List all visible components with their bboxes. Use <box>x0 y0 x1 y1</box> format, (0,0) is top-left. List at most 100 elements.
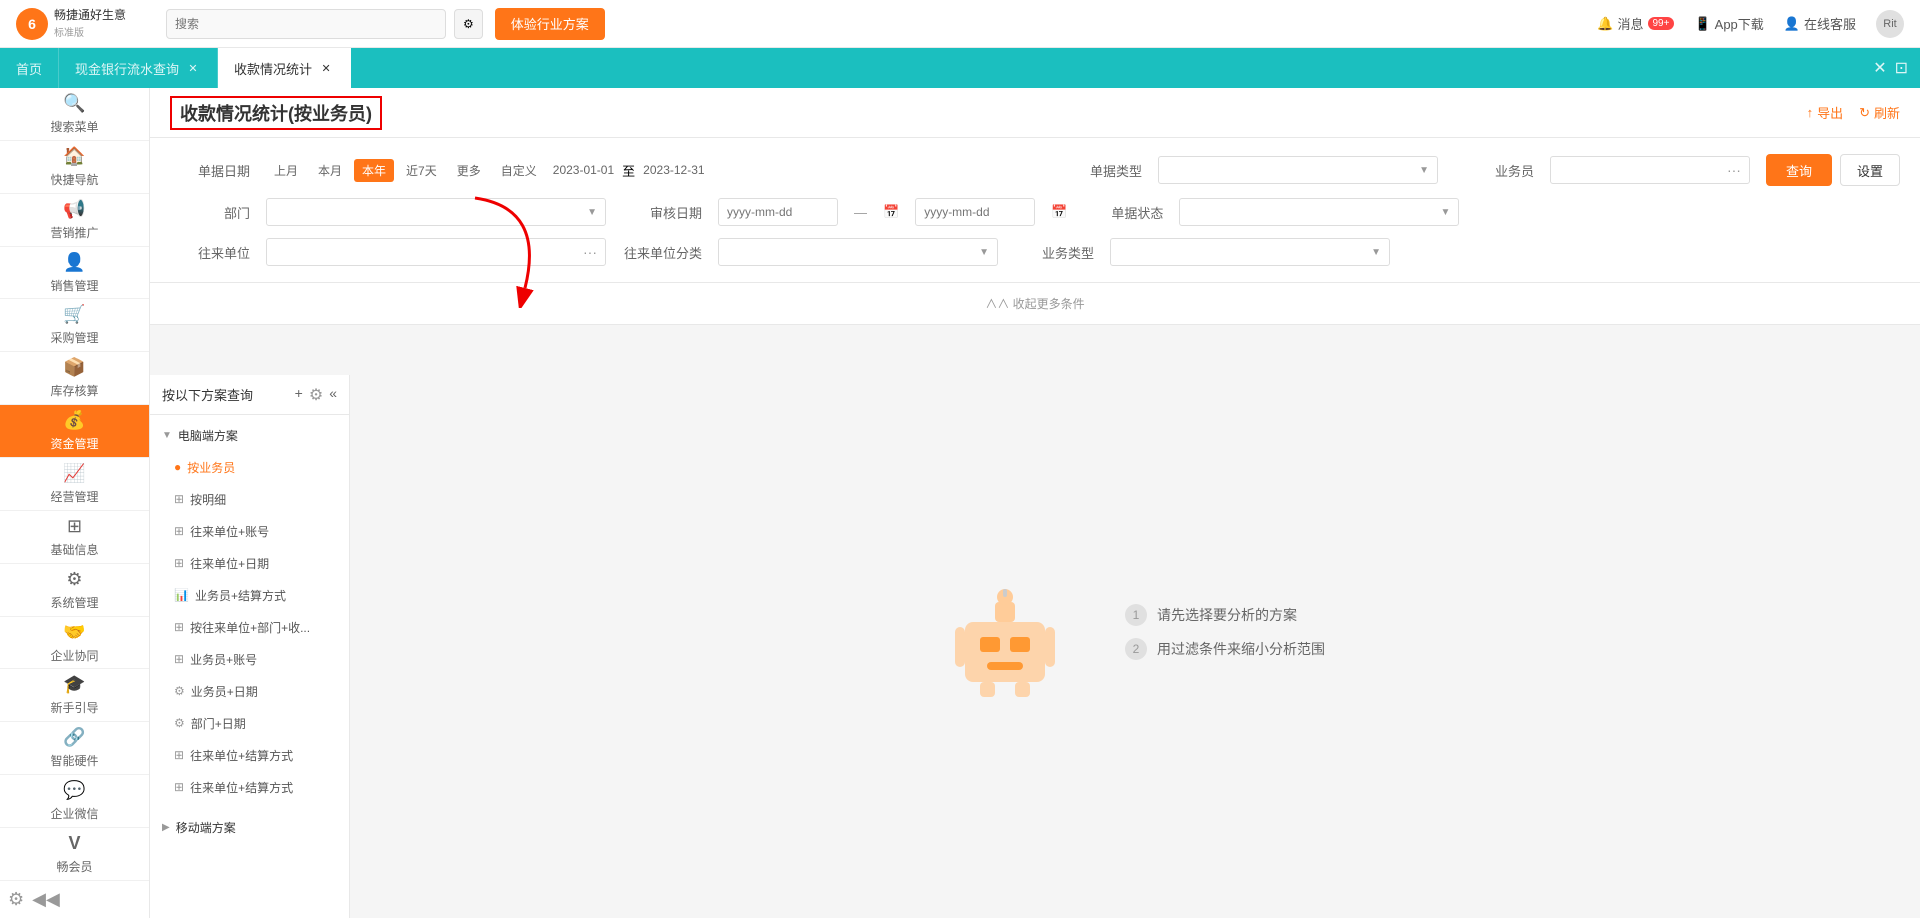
sidebar-item-quicknav[interactable]: 🏠 快捷导航 <box>0 141 149 194</box>
scheme-settings-btn[interactable]: ⚙ <box>309 385 323 405</box>
scheme-item-unit-dept[interactable]: ⊞ 按往来单位+部门+收... <box>150 611 349 643</box>
scheme-item-unit-date[interactable]: ⊞ 往来单位+日期 <box>150 547 349 579</box>
add-scheme-btn[interactable]: + <box>295 385 303 405</box>
empty-state: 1 请先选择要分析的方案 2 用过滤条件来缩小分析范围 <box>945 562 1325 702</box>
settings-bottom-icon[interactable]: ⚙ <box>8 889 24 910</box>
sidebar-item-inventory[interactable]: 📦 库存核算 <box>0 352 149 405</box>
query-btn[interactable]: 查询 <box>1766 154 1832 186</box>
unit-date-icon: ⊞ <box>174 556 184 570</box>
inventory-icon: 📦 <box>63 357 85 378</box>
top-right: 🔔 消息 99+ 📱 App下载 👤 在线客服 Rit <box>1597 10 1904 38</box>
empty-robot-icon <box>945 562 1065 702</box>
filter-row-date: 单据日期 上月 本月 本年 近7天 更多 自定义 2023-01-01 至 20… <box>170 154 1900 186</box>
sidebar-item-system[interactable]: ⚙ 系统管理 <box>0 564 149 617</box>
biz-type-label: 业务类型 <box>1014 243 1094 262</box>
sidebar-item-basic[interactable]: ⊞ 基础信息 <box>0 511 149 564</box>
date-range-from: 2023-01-01 <box>553 163 614 177</box>
scheme-group-mobile-title[interactable]: ▶ 移动端方案 <box>150 811 349 843</box>
scheme-item-sales-account[interactable]: ⊞ 业务员+账号 <box>150 643 349 675</box>
page-header-right: ↑ 导出 ↻ 刷新 <box>1807 103 1900 122</box>
tab-bank-flow[interactable]: 现金银行流水查询 ✕ <box>59 48 218 88</box>
service-icon: 👤 <box>1784 16 1800 32</box>
date-tab-this-year[interactable]: 本年 <box>354 159 394 182</box>
date-tab-more[interactable]: 更多 <box>449 159 489 182</box>
step-num-2: 2 <box>1125 638 1147 660</box>
date-tab-this-month[interactable]: 本月 <box>310 159 350 182</box>
calendar-icon-to[interactable]: 📅 <box>1051 204 1067 220</box>
refresh-btn[interactable]: ↻ 刷新 <box>1859 103 1900 122</box>
counterparty-cat-select[interactable]: ▼ <box>718 238 998 266</box>
close-window-icon[interactable]: ✕ <box>1873 58 1886 78</box>
sidebar-item-purchase[interactable]: 🛒 采购管理 <box>0 299 149 352</box>
filter-row-counterparty: 往来单位 ··· 往来单位分类 ▼ 业务类型 ▼ <box>170 238 1900 266</box>
salesperson-select[interactable]: ··· <box>1550 156 1750 184</box>
bottom-panel: 按以下方案查询 + ⚙ « ▼ 电脑端方案 ● 按业务员 <box>150 325 1920 918</box>
sidebar-item-hardware[interactable]: 🔗 智能硬件 <box>0 722 149 775</box>
wechat-icon: 💬 <box>63 780 85 801</box>
scheme-item-unit-settle-1[interactable]: ⊞ 往来单位+结算方式 <box>150 739 349 771</box>
sidebar-item-sales[interactable]: 👤 销售管理 <box>0 247 149 300</box>
scheme-item-by-detail[interactable]: ⊞ 按明细 <box>150 483 349 515</box>
sidebar-item-collab[interactable]: 🤝 企业协同 <box>0 617 149 670</box>
scheme-item-sales-settle[interactable]: 📊 业务员+结算方式 <box>150 579 349 611</box>
date-tab-custom[interactable]: 自定义 <box>493 159 545 182</box>
sidebar-item-finance[interactable]: 💰 资金管理 <box>0 405 149 458</box>
review-date-from[interactable] <box>718 198 838 226</box>
calendar-icon-from[interactable]: 📅 <box>883 204 899 220</box>
scheme-collapse-btn[interactable]: « <box>329 385 337 405</box>
dept-select[interactable]: ▼ <box>266 198 606 226</box>
review-date-to[interactable] <box>915 198 1035 226</box>
sidebar-item-operations[interactable]: 📈 经营管理 <box>0 458 149 511</box>
tab-receipt-stats-close[interactable]: ✕ <box>318 60 334 76</box>
date-tab-last-month[interactable]: 上月 <box>266 159 306 182</box>
export-btn[interactable]: ↑ 导出 <box>1807 103 1844 122</box>
empty-steps-list: 1 请先选择要分析的方案 2 用过滤条件来缩小分析范围 <box>1125 604 1325 660</box>
sidebar-item-search[interactable]: 🔍 搜索菜单 <box>0 88 149 141</box>
date-tab-7days[interactable]: 近7天 <box>398 159 445 182</box>
sidebar-item-wechat[interactable]: 💬 企业微信 <box>0 775 149 828</box>
tab-bank-flow-close[interactable]: ✕ <box>185 60 201 76</box>
dept-arrow: ▼ <box>587 207 597 218</box>
sales-date-icon: ⚙ <box>174 684 185 698</box>
scheme-group-desktop-title[interactable]: ▼ 电脑端方案 <box>150 419 349 451</box>
counterparty-cat-label: 往来单位分类 <box>622 243 702 262</box>
salesperson-label: 业务员 <box>1454 161 1534 180</box>
doc-type-select[interactable]: ▼ <box>1158 156 1438 184</box>
counterparty-select[interactable]: ··· <box>266 238 606 266</box>
doc-type-arrow: ▼ <box>1419 165 1429 176</box>
doc-status-arrow: ▼ <box>1440 207 1450 218</box>
user-avatar[interactable]: Rit <box>1876 10 1904 38</box>
doc-status-label: 单据状态 <box>1083 203 1163 222</box>
guide-icon: 🎓 <box>63 674 85 695</box>
tab-receipt-stats[interactable]: 收款情况统计 ✕ <box>218 48 351 88</box>
online-service-btn[interactable]: 👤 在线客服 <box>1784 14 1856 33</box>
biz-type-select[interactable]: ▼ <box>1110 238 1390 266</box>
messages-btn[interactable]: 🔔 消息 99+ <box>1597 14 1674 33</box>
collapse-bar[interactable]: ∧∧ 收起更多条件 <box>150 283 1920 325</box>
search-icon: 🔍 <box>63 93 85 114</box>
logo-badge: 标准版 <box>54 24 126 39</box>
settings-btn-filter[interactable]: 设置 <box>1840 154 1900 186</box>
doc-status-select[interactable]: ▼ <box>1179 198 1459 226</box>
scheme-header: 按以下方案查询 + ⚙ « <box>150 375 349 415</box>
main-layout: 🔍 搜索菜单 🏠 快捷导航 📢 营销推广 👤 销售管理 🛒 采购管理 📦 库存核… <box>0 88 1920 918</box>
trial-btn[interactable]: 体验行业方案 <box>495 8 605 40</box>
sidebar-item-guide[interactable]: 🎓 新手引导 <box>0 669 149 722</box>
search-input[interactable] <box>166 9 446 39</box>
sidebar-item-member[interactable]: V 畅会员 <box>0 828 149 881</box>
sidebar-bottom: ⚙ ◀◀ <box>0 881 149 918</box>
salesperson-dots[interactable]: ··· <box>1727 162 1741 178</box>
scheme-item-unit-account[interactable]: ⊞ 往来单位+账号 <box>150 515 349 547</box>
scheme-item-unit-settle-2[interactable]: ⊞ 往来单位+结算方式 <box>150 771 349 803</box>
nav-settings-btn[interactable]: ⚙ <box>454 9 483 39</box>
counterparty-dots[interactable]: ··· <box>583 244 597 260</box>
tab-bar-right: ✕ ⊡ <box>1873 58 1920 78</box>
scheme-item-sales-date[interactable]: ⚙ 业务员+日期 <box>150 675 349 707</box>
sidebar-item-marketing[interactable]: 📢 营销推广 <box>0 194 149 247</box>
maximize-icon[interactable]: ⊡ <box>1895 58 1908 78</box>
collapse-sidebar-icon[interactable]: ◀◀ <box>32 889 60 910</box>
app-download-btn[interactable]: 📱 App下载 <box>1694 14 1763 33</box>
scheme-item-dept-date[interactable]: ⚙ 部门+日期 <box>150 707 349 739</box>
tab-home[interactable]: 首页 <box>0 48 59 88</box>
scheme-item-by-salesperson[interactable]: ● 按业务员 <box>150 451 349 483</box>
